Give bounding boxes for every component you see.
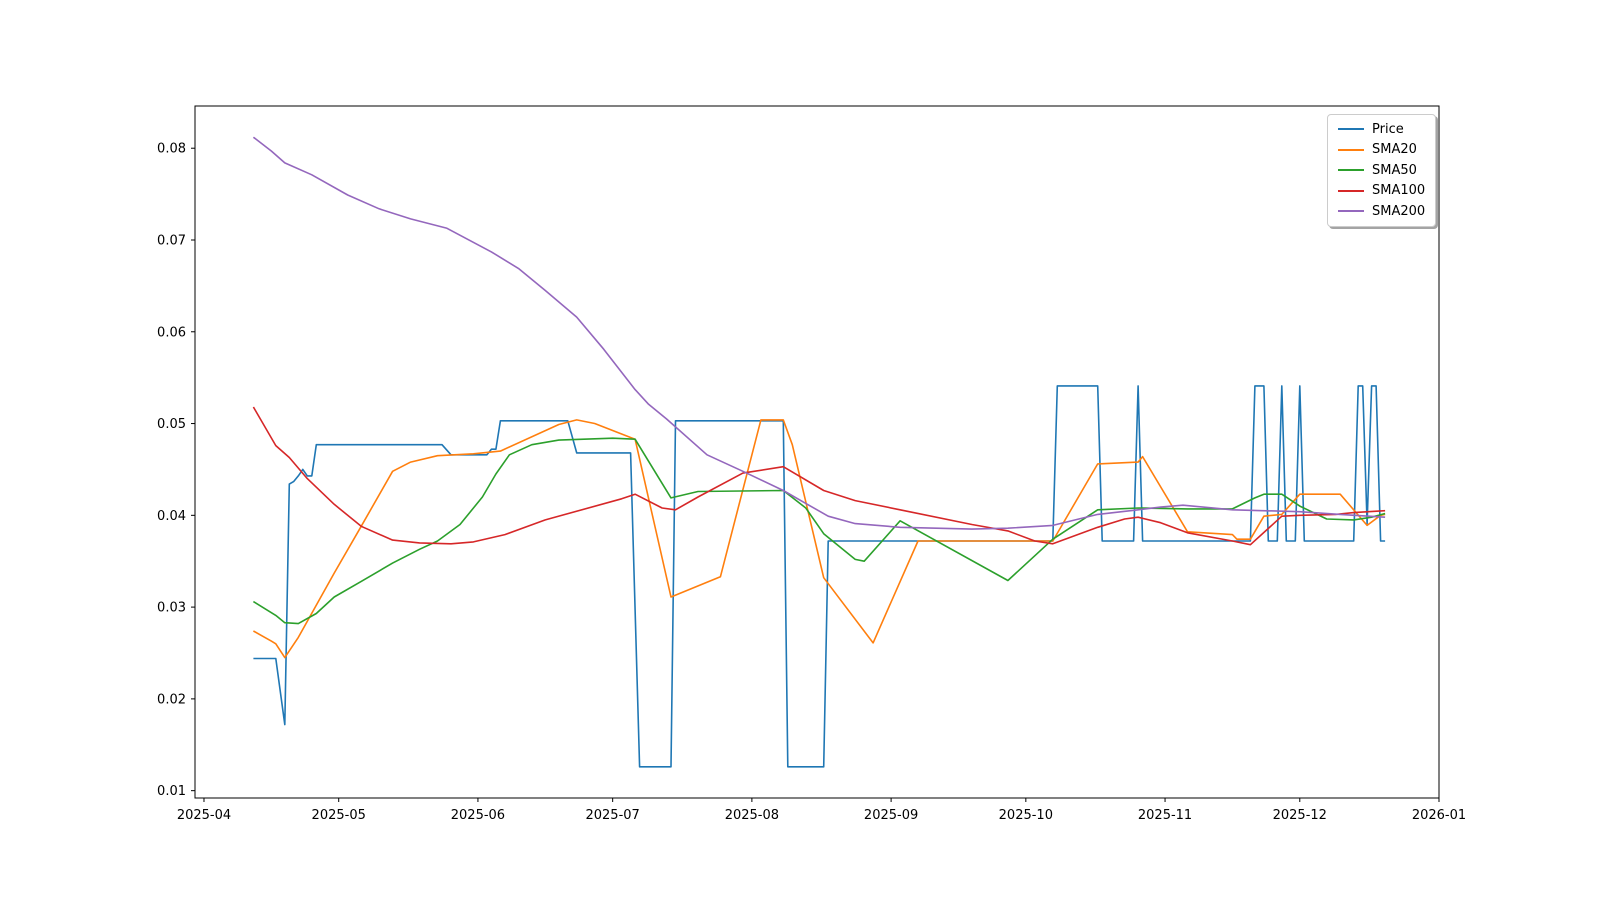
- y-tick-label: 0.01: [157, 784, 186, 799]
- y-tick-label: 0.08: [157, 142, 186, 157]
- legend-label-sma20: SMA20: [1372, 142, 1417, 158]
- x-tick-label: 2025-09: [864, 808, 918, 823]
- legend-label-price: Price: [1372, 121, 1404, 137]
- y-tick-label: 0.06: [157, 325, 186, 340]
- series-line-sma200: [252, 136, 1386, 530]
- legend-item-sma200: SMA200: [1338, 201, 1425, 222]
- legend: Price SMA20 SMA50 SMA100 SMA200: [1327, 114, 1437, 227]
- x-tick-label: 2025-04: [177, 808, 231, 823]
- figure: 2025-04 2025-05 2025-06 2025-07 2025-08 2025-…: [0, 0, 1600, 900]
- series-line-sma50: [252, 437, 1386, 625]
- x-tick-label: 2025-08: [725, 808, 779, 823]
- x-tick-label: 2026-01: [1412, 808, 1466, 823]
- legend-item-sma100: SMA100: [1338, 181, 1425, 202]
- series-line-price: [253, 385, 1386, 768]
- legend-label-sma50: SMA50: [1372, 162, 1417, 178]
- legend-item-sma50: SMA50: [1338, 160, 1425, 181]
- legend-label-sma100: SMA100: [1372, 183, 1426, 199]
- x-tick-label: 2025-11: [1138, 808, 1192, 823]
- legend-line-sample-sma50: [1338, 169, 1364, 172]
- legend-line-sample-price: [1338, 128, 1364, 131]
- y-tick-label: 0.02: [157, 692, 186, 707]
- series-line-sma100: [252, 406, 1386, 546]
- x-tick-label: 2025-06: [451, 808, 505, 823]
- series-line-sma20: [253, 419, 1386, 659]
- x-tick-label: 2025-07: [585, 808, 639, 823]
- y-tick-label: 0.04: [157, 509, 186, 524]
- x-tick-label: 2025-12: [1273, 808, 1327, 823]
- y-tick-label: 0.03: [157, 601, 186, 616]
- x-tick-label: 2025-05: [312, 808, 366, 823]
- legend-item-price: Price: [1338, 119, 1425, 140]
- y-tick-label: 0.07: [157, 233, 186, 248]
- y-tick-label: 0.05: [157, 417, 186, 432]
- x-tick-label: 2025-10: [999, 808, 1053, 823]
- legend-label-sma200: SMA200: [1372, 203, 1426, 219]
- legend-line-sample-sma20: [1338, 148, 1364, 151]
- legend-line-sample-sma100: [1338, 189, 1364, 192]
- legend-line-sample-sma200: [1338, 210, 1364, 213]
- legend-item-sma20: SMA20: [1338, 140, 1425, 161]
